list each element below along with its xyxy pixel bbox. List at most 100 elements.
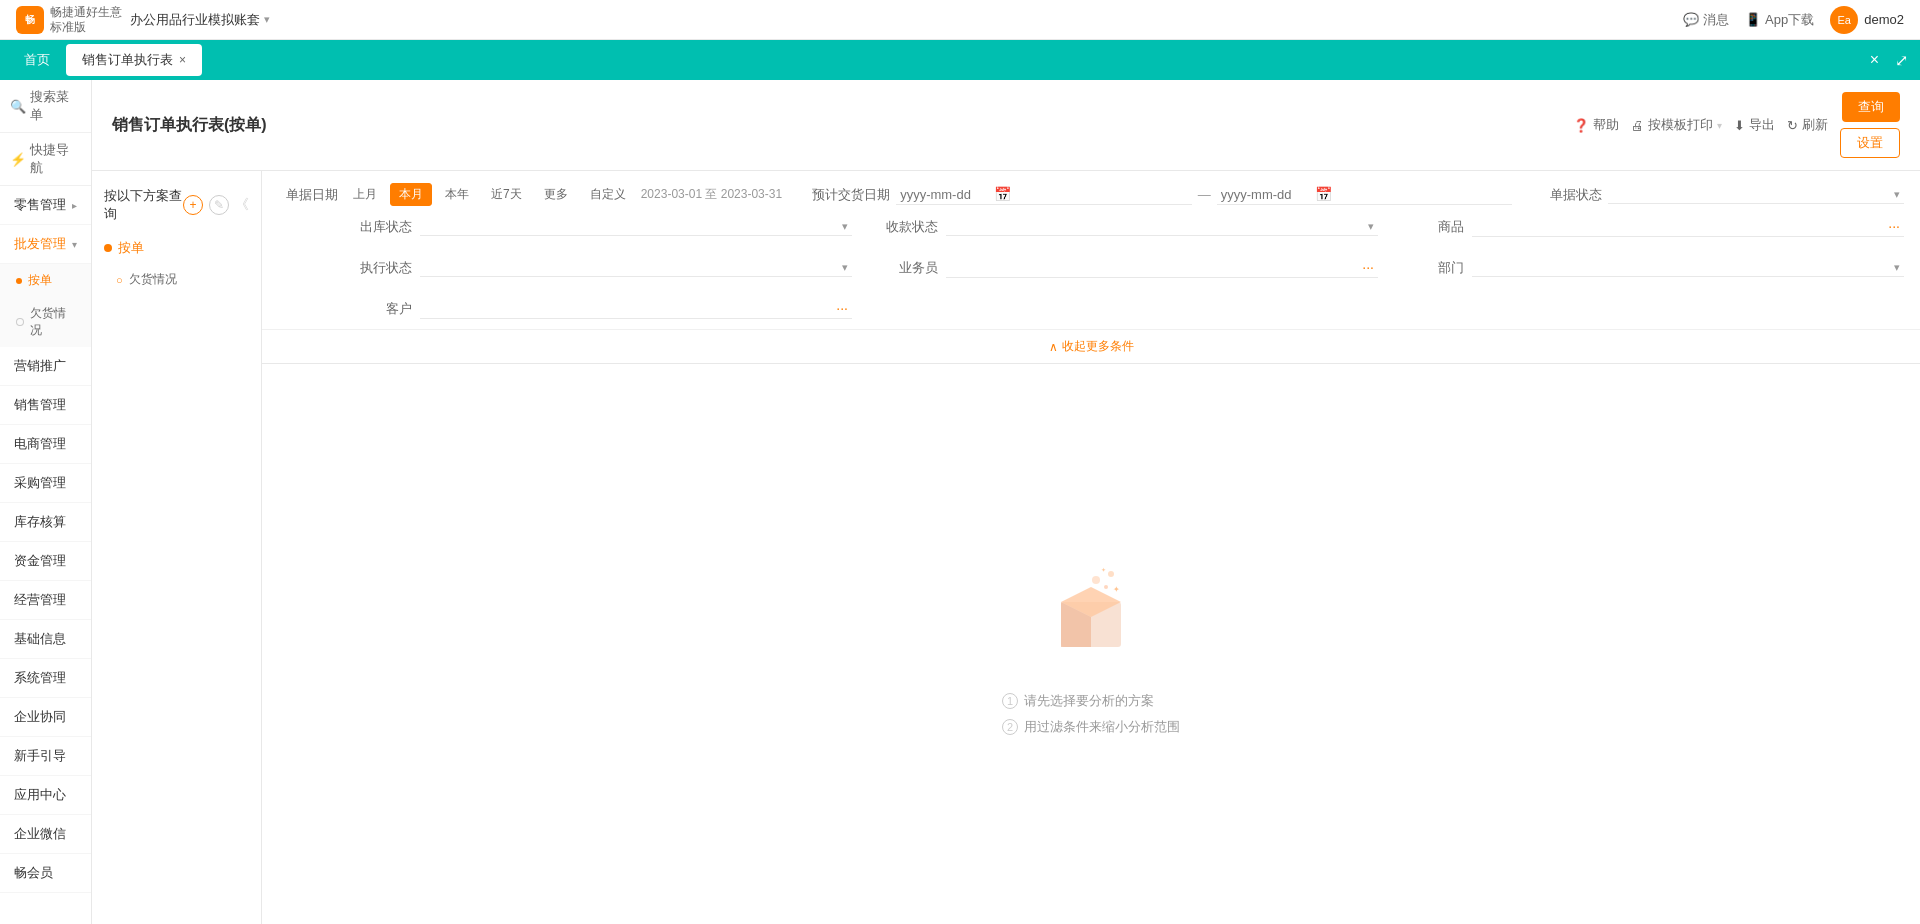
add-scheme-btn[interactable]: +	[183, 195, 203, 215]
sidebar: 🔍 搜索菜单 ⚡ 快捷导航 零售管理 ▸ 批发管理 ▾ 按单 欠货情况	[0, 80, 92, 924]
refresh-btn[interactable]: ↻ 刷新	[1787, 116, 1828, 134]
print-icon: 🖨	[1631, 118, 1644, 133]
calendar-to-icon[interactable]: 📅	[1315, 186, 1332, 202]
sidebar-sub-wholesale: 按单 欠货情况	[0, 264, 91, 347]
username: demo2	[1864, 12, 1904, 27]
goods-input-wrap: ···	[1472, 216, 1904, 237]
date-btn-more[interactable]: 更多	[535, 183, 577, 206]
tab-home[interactable]: 首页	[8, 44, 66, 76]
edit-scheme-btn[interactable]: ✎	[209, 195, 229, 215]
collapse-panel-btn[interactable]: 《	[235, 196, 249, 214]
date-btn-custom[interactable]: 自定义	[581, 183, 635, 206]
dept-select[interactable]: ▾	[1472, 259, 1904, 277]
exec-status-label: 执行状态	[342, 259, 412, 277]
status-select[interactable]: ▾	[1608, 186, 1904, 204]
help-btn[interactable]: ❓ 帮助	[1573, 116, 1619, 134]
expected-date-from[interactable]	[900, 187, 990, 202]
print-btn[interactable]: 🖨 按模板打印 ▾	[1631, 116, 1722, 134]
exec-status-row: 执行状态 ▾	[342, 251, 852, 284]
date-btn-lastmonth[interactable]: 上月	[344, 183, 386, 206]
sidebar-item-marketing[interactable]: 营销推广	[0, 347, 91, 386]
content-area: 销售订单执行表(按单) ❓ 帮助 🖨 按模板打印 ▾ ⬇ 导出 ↻ 刷新	[92, 80, 1920, 924]
empty-svg: ✦ ✦	[1041, 562, 1141, 662]
page-header: 销售订单执行表(按单) ❓ 帮助 🖨 按模板打印 ▾ ⬇ 导出 ↻ 刷新	[92, 80, 1920, 171]
date-range-display: 2023-03-01 至 2023-03-31	[641, 186, 782, 203]
sidebar-item-finance[interactable]: 资金管理	[0, 542, 91, 581]
sidebar-item-wechat[interactable]: 企业微信	[0, 815, 91, 854]
empty-hint-1: 1 请先选择要分析的方案	[1002, 692, 1180, 710]
expected-date-to[interactable]	[1221, 187, 1311, 202]
window-close-btn[interactable]: ×	[1866, 47, 1883, 73]
customer-dots-btn[interactable]: ···	[836, 300, 848, 316]
tab-active[interactable]: 销售订单执行表 ×	[66, 44, 202, 76]
receipt-status-select[interactable]: ▾	[946, 218, 1378, 236]
scheme-sub-item-shortage[interactable]: ○ 欠货情况	[92, 265, 261, 294]
app-download-btn[interactable]: 📱 App下载	[1745, 11, 1814, 29]
circle-icon	[16, 318, 24, 326]
expected-date-to-wrap: 📅	[1217, 184, 1513, 205]
date-btn-7days[interactable]: 近7天	[482, 183, 531, 206]
salesman-input[interactable]	[950, 260, 1362, 275]
sidebar-item-retail[interactable]: 零售管理 ▸	[0, 186, 91, 225]
salesman-dots-btn[interactable]: ···	[1362, 259, 1374, 275]
sidebar-sub-item-shortage[interactable]: 欠货情况	[0, 297, 91, 347]
status-chevron-icon: ▾	[1894, 188, 1900, 201]
message-icon: 💬	[1683, 12, 1699, 27]
query-settings-wrap: 查询 设置	[1840, 92, 1900, 158]
customer-input[interactable]	[424, 301, 836, 316]
tab-bar: 首页 销售订单执行表 × × ⤢	[0, 40, 1920, 80]
date-btn-thisyear[interactable]: 本年	[436, 183, 478, 206]
collapse-filter-btn[interactable]: ∧ 收起更多条件	[262, 329, 1920, 363]
filter-row-2: 出库状态 ▾ 收款状态 ▾	[262, 206, 1920, 247]
sidebar-item-operations[interactable]: 经营管理	[0, 581, 91, 620]
left-panel: 按以下方案查询 + ✎ 《 按单 ○ 欠货情况	[92, 171, 262, 924]
app-icon: 📱	[1745, 12, 1761, 27]
sidebar-item-app-center[interactable]: 应用中心	[0, 776, 91, 815]
sidebar-item-ecommerce[interactable]: 电商管理	[0, 425, 91, 464]
svg-text:✦: ✦	[1113, 585, 1120, 594]
sidebar-sub-item-order[interactable]: 按单	[0, 264, 91, 297]
sidebar-item-newbie[interactable]: 新手引导	[0, 737, 91, 776]
hint-num-1: 1	[1002, 693, 1018, 709]
calendar-from-icon[interactable]: 📅	[994, 186, 1011, 202]
sidebar-item-sales[interactable]: 销售管理	[0, 386, 91, 425]
sidebar-quick-nav[interactable]: ⚡ 快捷导航	[0, 133, 91, 186]
scheme-item-order[interactable]: 按单	[92, 231, 261, 265]
empty-hint-2: 2 用过滤条件来缩小分析范围	[1002, 718, 1180, 736]
sidebar-search[interactable]: 🔍 搜索菜单	[0, 80, 91, 133]
sidebar-item-system[interactable]: 系统管理	[0, 659, 91, 698]
tab-close-icon[interactable]: ×	[179, 53, 186, 67]
dept-row: 部门 ▾	[1394, 251, 1904, 284]
expected-date-label: 预计交货日期	[812, 186, 890, 204]
logo-symbol: 畅	[25, 13, 35, 27]
sidebar-item-wholesale[interactable]: 批发管理 ▾	[0, 225, 91, 264]
salesman-input-wrap: ···	[946, 257, 1378, 278]
sidebar-item-basic-info[interactable]: 基础信息	[0, 620, 91, 659]
export-btn[interactable]: ⬇ 导出	[1734, 116, 1775, 134]
goods-input[interactable]	[1476, 219, 1888, 234]
sidebar-item-inventory[interactable]: 库存核算	[0, 503, 91, 542]
user-area[interactable]: 销售订单执行表 Ea demo2	[1830, 6, 1904, 34]
export-icon: ⬇	[1734, 118, 1745, 133]
active-dot-icon	[16, 278, 22, 284]
sidebar-item-purchase[interactable]: 采购管理	[0, 464, 91, 503]
hint-num-2: 2	[1002, 719, 1018, 735]
chevron-down-icon[interactable]: ▾	[264, 13, 270, 26]
out-status-label: 出库状态	[342, 218, 412, 236]
out-status-select[interactable]: ▾	[420, 218, 852, 236]
empty-illustration: ✦ ✦	[1031, 552, 1151, 672]
exec-status-select[interactable]: ▾	[420, 259, 852, 277]
message-btn[interactable]: 💬 消息	[1683, 11, 1729, 29]
date-btn-thismonth[interactable]: 本月	[390, 183, 432, 206]
top-bar-left: 畅 畅捷通好生意 标准版 办公用品行业模拟账套 ▾	[16, 5, 270, 34]
receipt-status-label: 收款状态	[868, 218, 938, 236]
window-expand-btn[interactable]: ⤢	[1891, 47, 1912, 74]
goods-dots-btn[interactable]: ···	[1888, 218, 1900, 234]
out-status-chevron: ▾	[842, 220, 848, 233]
sidebar-item-member[interactable]: 畅会员	[0, 854, 91, 893]
help-icon: ❓	[1573, 118, 1589, 133]
settings-button[interactable]: 设置	[1840, 128, 1900, 158]
logo-line2: 标准版	[50, 20, 122, 34]
query-button[interactable]: 查询	[1842, 92, 1900, 122]
sidebar-item-enterprise[interactable]: 企业协同	[0, 698, 91, 737]
